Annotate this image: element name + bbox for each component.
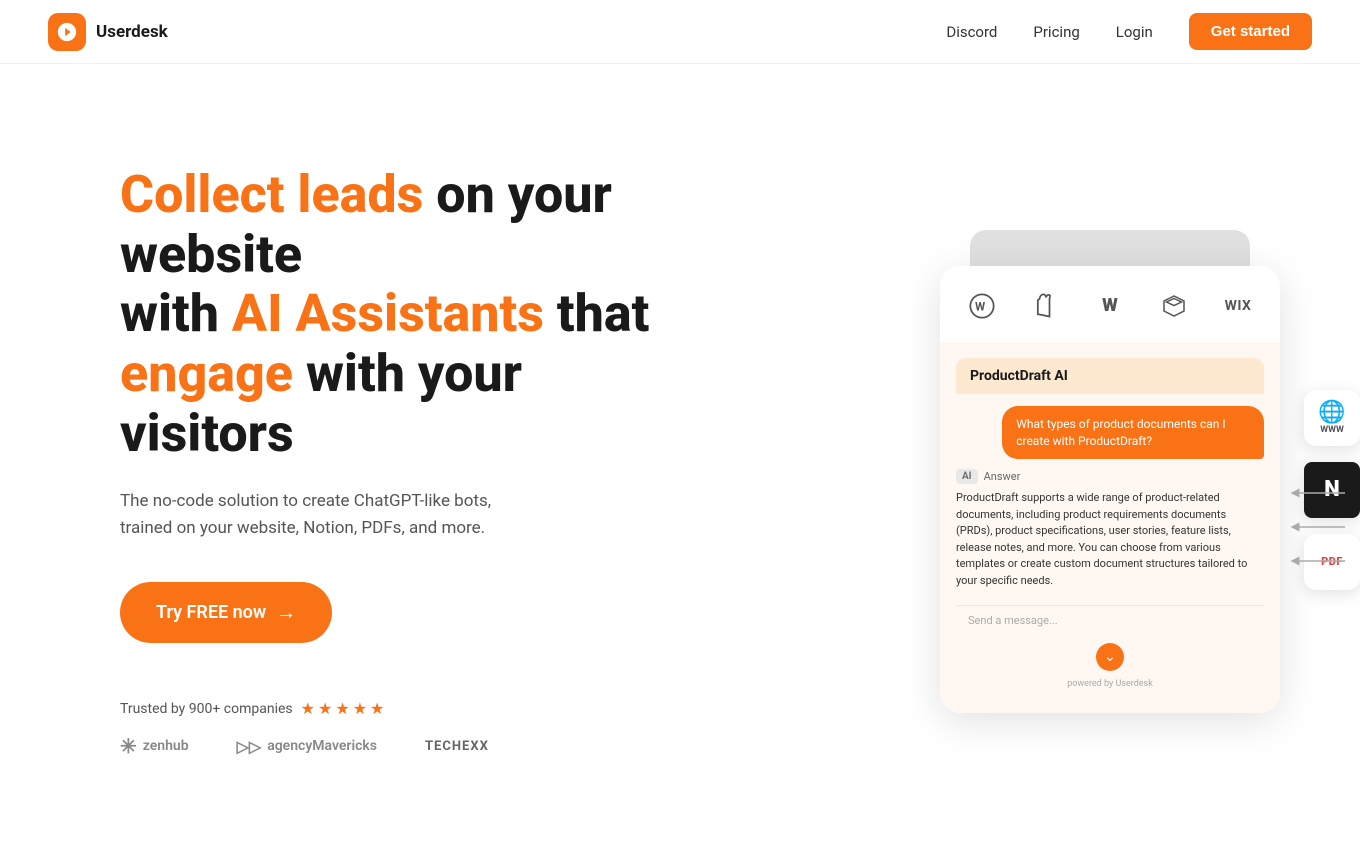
star-3: ★ [335, 699, 349, 718]
hero-section: Collect leads on your websitewith AI Ass… [0, 64, 1360, 859]
chat-top-bar [970, 230, 1250, 266]
hero-right: W W WIX Produ [680, 210, 1280, 714]
star-5: ★ [370, 699, 384, 718]
platform-wix: WIX [1218, 286, 1258, 326]
chat-title-bar: ProductDraft AI [956, 358, 1264, 394]
platform-shopify [1026, 286, 1066, 326]
trust-label: Trusted by 900+ companies [120, 701, 293, 717]
techexx-label: TECHEXX [425, 739, 489, 754]
chat-container: W W WIX Produ [940, 230, 1280, 714]
float-www-icon: 🌐 WWW [1304, 390, 1360, 446]
hero-subtext-line2: trained on your website, Notion, PDFs, a… [120, 518, 485, 538]
answer-badge: AI [956, 469, 978, 484]
logo-text: Userdesk [96, 22, 168, 42]
user-message: What types of product documents can I cr… [1002, 406, 1264, 460]
agency-label: agencyMavericks [267, 738, 377, 754]
zenhub-icon: ✳ [120, 734, 137, 758]
answer-label: Answer [984, 470, 1021, 483]
hero-subtext: The no-code solution to create ChatGPT-l… [120, 488, 680, 542]
arrow-2 [1290, 519, 1350, 535]
nav-pricing[interactable]: Pricing [1033, 23, 1079, 41]
star-2: ★ [318, 699, 332, 718]
nav-links: Discord Pricing Login Get started [946, 13, 1312, 50]
get-started-button[interactable]: Get started [1189, 13, 1312, 50]
try-free-button[interactable]: Try FREE now → [120, 582, 332, 643]
nav-login[interactable]: Login [1116, 23, 1153, 41]
headline-orange-1: Collect leads [120, 164, 423, 225]
agency-icon: ▷▷ [237, 737, 262, 756]
company-techexx: TECHEXX [425, 739, 489, 754]
arrow-1 [1290, 485, 1350, 501]
company-zenhub: ✳ zenhub [120, 734, 189, 758]
platform-icons-row: W W WIX [940, 266, 1280, 342]
star-rating: ★ ★ ★ ★ ★ [301, 699, 385, 718]
try-free-label: Try FREE now [156, 602, 266, 623]
platform-wordpress: W [962, 286, 1002, 326]
chat-scroll-button[interactable]: ⌄ [1096, 643, 1124, 671]
logo[interactable]: Userdesk [48, 13, 168, 51]
answer-text: ProductDraft supports a wide range of pr… [956, 490, 1264, 589]
company-logos: ✳ zenhub ▷▷ agencyMavericks TECHEXX [120, 734, 680, 758]
headline-text-2: that [544, 283, 649, 344]
company-agencymavericks: ▷▷ agencyMavericks [237, 737, 377, 756]
nav-discord[interactable]: Discord [946, 23, 997, 41]
star-1: ★ [301, 699, 315, 718]
chat-widget: W W WIX Produ [940, 266, 1280, 714]
chat-body: ProductDraft AI What types of product do… [940, 342, 1280, 714]
hero-left: Collect leads on your websitewith AI Ass… [120, 165, 680, 758]
svg-text:W: W [975, 299, 986, 313]
navbar: Userdesk Discord Pricing Login Get start… [0, 0, 1360, 64]
zenhub-label: zenhub [143, 738, 189, 754]
chat-messages: What types of product documents can I cr… [956, 394, 1264, 606]
headline-orange-3: engage [120, 343, 293, 404]
star-4: ★ [353, 699, 367, 718]
trust-section: Trusted by 900+ companies ★ ★ ★ ★ ★ ✳ ze… [120, 699, 680, 758]
arrow-3 [1290, 553, 1350, 569]
platform-webflow: W [1090, 286, 1130, 326]
hero-subtext-line1: The no-code solution to create ChatGPT-l… [120, 491, 491, 511]
trust-text: Trusted by 900+ companies ★ ★ ★ ★ ★ [120, 699, 680, 718]
answer-header: AI Answer [956, 469, 1264, 484]
chat-input-placeholder: Send a message... [968, 614, 1252, 627]
chat-input-area[interactable]: Send a message... [956, 605, 1264, 635]
source-arrows [1290, 485, 1350, 569]
logo-svg [56, 21, 78, 43]
headline-orange-2: AI Assistants [232, 283, 544, 344]
platform-squarespace [1154, 286, 1194, 326]
powered-by: powered by Userdesk [956, 675, 1264, 697]
hero-headline: Collect leads on your websitewith AI Ass… [120, 165, 680, 464]
try-free-arrow: → [276, 600, 296, 625]
answer-section: AI Answer ProductDraft supports a wide r… [956, 469, 1264, 589]
logo-icon [48, 13, 86, 51]
